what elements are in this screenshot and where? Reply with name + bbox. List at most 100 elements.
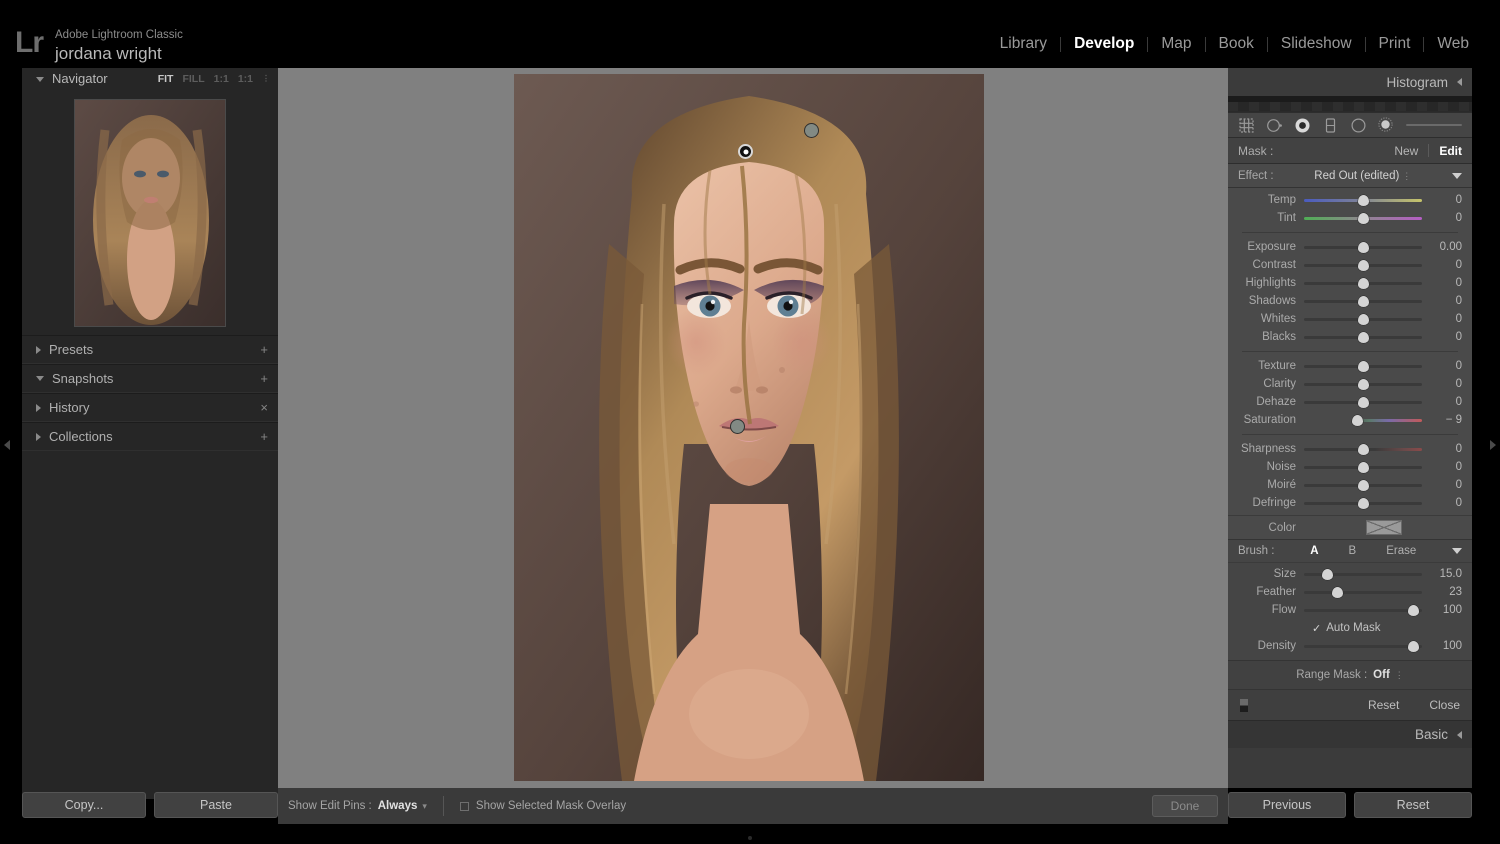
navigator-zoom-3[interactable]: 1:1 [238,68,253,90]
left-panel-collapse-icon[interactable] [4,440,10,450]
slider-value[interactable]: 0 [1422,212,1462,224]
chevron-right-icon[interactable] [36,345,41,354]
slider-track-clarity[interactable] [1304,378,1422,390]
brush-disclosure-icon[interactable] [1452,548,1462,554]
range-mask-row[interactable]: Range Mask : Off ⋮ [1228,660,1472,690]
slider-track-dehaze[interactable] [1304,396,1422,408]
mask-edit-button[interactable]: Edit [1439,144,1462,158]
adjustment-brush-tool[interactable] [1294,117,1311,134]
spot-removal-tool[interactable] [1266,117,1283,134]
slider-value[interactable]: 0 [1422,194,1462,206]
module-slideshow[interactable]: Slideshow [1268,32,1365,56]
slider-track-moir-[interactable] [1304,479,1422,491]
slider-handle[interactable] [1357,396,1369,408]
navigator-thumbnail[interactable] [74,98,226,327]
slider-value[interactable]: 0 [1422,443,1462,455]
left-panel-snapshots[interactable]: Snapshots + [22,364,278,393]
slider-handle[interactable] [1357,360,1369,372]
chevron-left-icon[interactable] [1457,78,1462,86]
edit-pin-hairline[interactable] [804,123,819,138]
chevron-down-icon[interactable] [36,76,44,82]
slider-track-exposure[interactable] [1304,241,1422,253]
reset-button[interactable]: Reset [1354,792,1472,818]
done-button[interactable]: Done [1152,795,1218,817]
slider-handle[interactable] [1357,497,1369,509]
slider-handle[interactable] [1351,414,1363,426]
left-panel-action-icon[interactable]: + [260,371,268,386]
left-panel-action-icon[interactable]: + [260,342,268,357]
slider-track-temp[interactable] [1304,194,1422,206]
mask-overlay-checkbox[interactable] [459,801,469,811]
navigator-zoom-0[interactable]: FIT [158,68,174,90]
slider-track-flow[interactable] [1304,604,1422,616]
slider-handle[interactable] [1357,313,1369,325]
radial-filter-tool[interactable] [1350,117,1367,134]
slider-handle[interactable] [1357,331,1369,343]
auto-mask-row[interactable]: ✓ Auto Mask [1228,619,1472,637]
slider-value[interactable]: 0 [1422,479,1462,491]
mask-new-button[interactable]: New [1394,144,1418,158]
brush-option-a[interactable]: A [1310,545,1318,557]
slider-handle[interactable] [1357,378,1369,390]
slider-value[interactable]: 0 [1422,295,1462,307]
slider-track-whites[interactable] [1304,313,1422,325]
histogram-header[interactable]: Histogram [1228,68,1472,96]
tool-size-slider[interactable] [1406,124,1462,126]
left-panel-collections[interactable]: Collections + [22,422,278,451]
slider-value[interactable]: 23 [1422,586,1462,598]
left-panel-action-icon[interactable]: + [260,429,268,444]
slider-value[interactable]: 0 [1422,259,1462,271]
edit-pin-forehead-selected[interactable] [738,144,753,159]
chevron-down-icon[interactable] [36,376,44,381]
slider-value[interactable]: 0 [1422,313,1462,325]
slider-value[interactable]: 0 [1422,331,1462,343]
chevron-right-icon[interactable] [36,432,41,441]
slider-track-feather[interactable] [1304,586,1422,598]
navigator-header[interactable]: Navigator FIT FILL 1:1 1:1 ⋮ [22,68,278,90]
slider-value[interactable]: 0 [1422,396,1462,408]
close-panel-button[interactable]: Close [1429,698,1460,712]
slider-handle[interactable] [1357,479,1369,491]
slider-handle[interactable] [1357,241,1369,253]
show-edit-pins-value[interactable]: Always [378,800,418,812]
previous-button[interactable]: Previous [1228,792,1346,818]
module-print[interactable]: Print [1366,32,1424,56]
left-panel-history[interactable]: History × [22,393,278,422]
slider-handle[interactable] [1331,586,1343,598]
module-develop[interactable]: Develop [1061,32,1147,56]
slider-value[interactable]: 0 [1422,497,1462,509]
slider-track-tint[interactable] [1304,212,1422,224]
range-mask-value[interactable]: Off [1373,669,1390,681]
slider-track-blacks[interactable] [1304,331,1422,343]
brush-option-b[interactable]: B [1349,545,1357,557]
slider-track-size[interactable] [1304,568,1422,580]
slider-handle[interactable] [1408,604,1420,616]
left-panel-action-icon[interactable]: × [260,400,268,415]
slider-value[interactable]: 100 [1422,604,1462,616]
module-web[interactable]: Web [1424,32,1482,56]
left-panel-presets[interactable]: Presets + [22,335,278,364]
color-swatch[interactable] [1366,520,1402,535]
navigator-preview-area[interactable] [22,90,278,335]
right-panel-collapse-icon[interactable] [1490,440,1496,450]
slider-track-shadows[interactable] [1304,295,1422,307]
slider-value[interactable]: 15.0 [1422,568,1462,580]
navigator-zoom-1[interactable]: FILL [182,68,204,90]
slider-track-noise[interactable] [1304,461,1422,473]
slider-handle[interactable] [1357,277,1369,289]
edit-pin-lips[interactable] [730,419,745,434]
reset-panel-button[interactable]: Reset [1368,698,1399,712]
slider-track-sharpness[interactable] [1304,443,1422,455]
slider-track-contrast[interactable] [1304,259,1422,271]
effect-preset-value[interactable]: Red Out (edited) ⋮ [1274,170,1452,182]
slider-handle[interactable] [1408,640,1420,652]
image-stage[interactable] [278,68,1228,788]
slider-value[interactable]: 0.00 [1422,241,1462,253]
graduated-filter-tool[interactable] [1322,117,1339,134]
slider-handle[interactable] [1357,212,1369,224]
slider-handle[interactable] [1357,295,1369,307]
chevron-right-icon[interactable] [36,403,41,412]
slider-track-texture[interactable] [1304,360,1422,372]
chevron-left-icon[interactable] [1457,730,1462,739]
slider-value[interactable]: − 9 [1422,414,1462,426]
